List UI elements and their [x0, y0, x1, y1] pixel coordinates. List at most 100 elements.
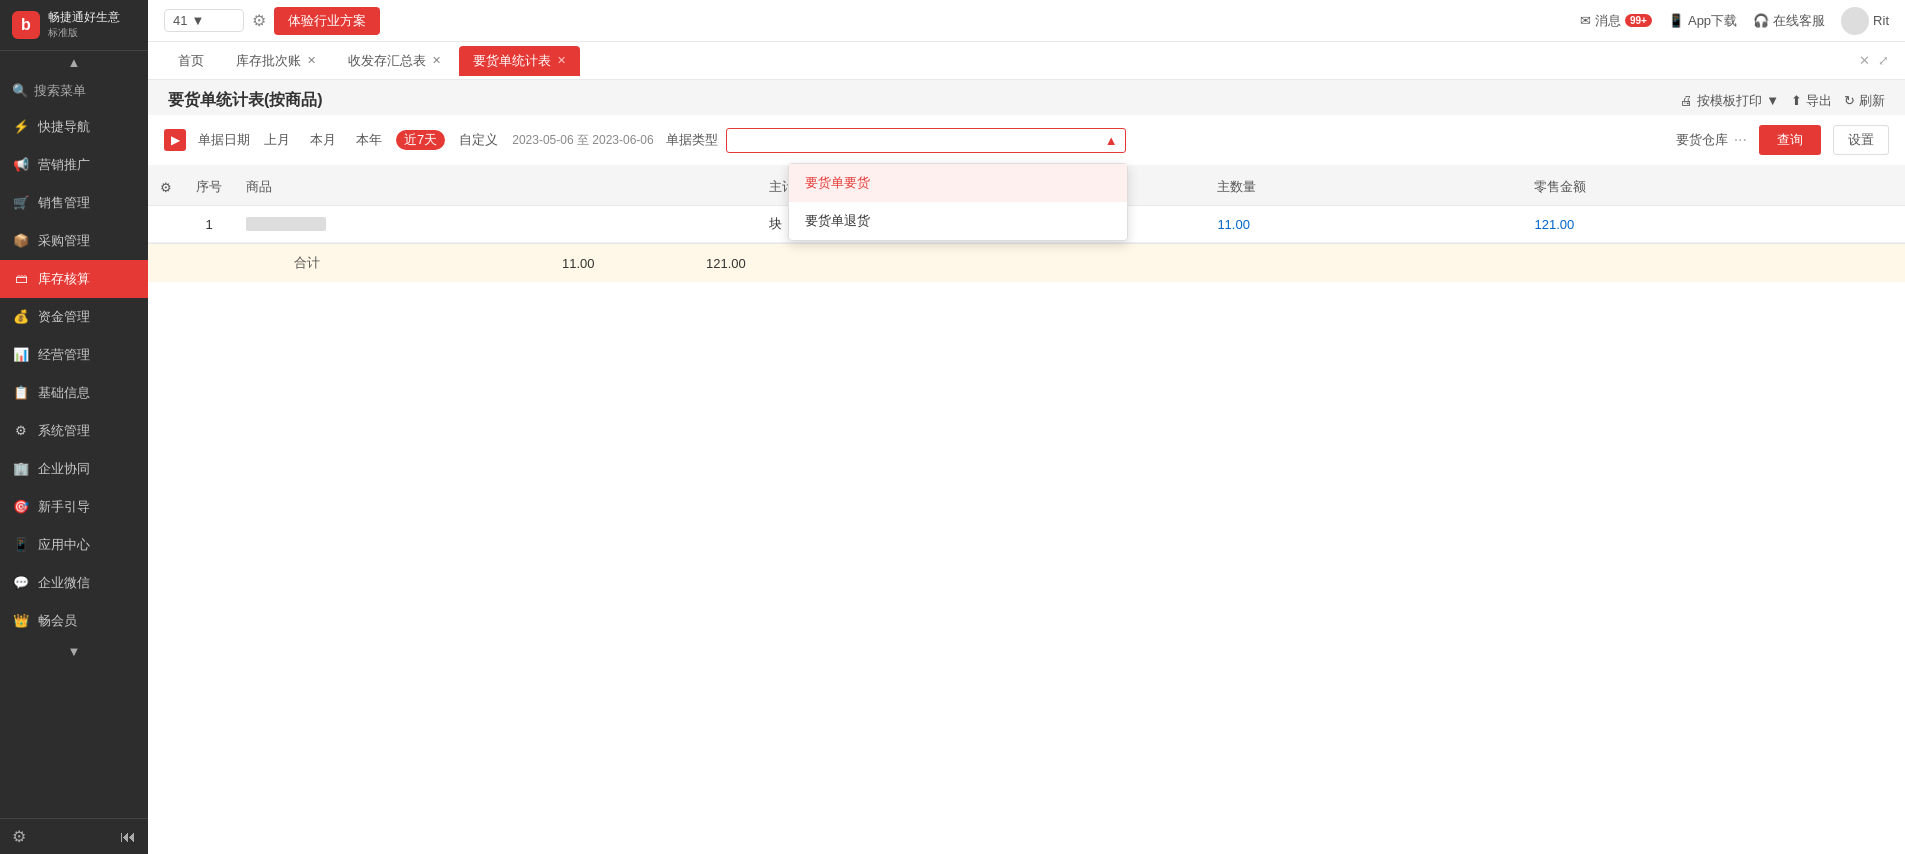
sidebar-item-enterprise[interactable]: 🏢企业协同	[0, 450, 148, 488]
sidebar-label-purchase: 采购管理	[38, 232, 90, 250]
sidebar-search[interactable]: 🔍 搜索菜单	[0, 74, 148, 108]
table-col-settings[interactable]: ⚙	[148, 169, 184, 206]
date-custom-btn[interactable]: 自定义	[453, 129, 504, 151]
store-selector[interactable]: 41 ▼	[164, 9, 244, 32]
sidebar-item-member[interactable]: 👑畅会员	[0, 602, 148, 640]
sidebar-label-wechat: 企业微信	[38, 574, 90, 592]
logo-name: 畅捷通好生意	[48, 10, 120, 26]
date-prev-month-btn[interactable]: 上月	[258, 129, 296, 151]
sidebar-icon-operations: 📊	[12, 347, 30, 362]
page-area: 要货单统计表(按商品) 🖨 按模板打印 ▼ ⬆ 导出 ↻ 刷新 ▶	[148, 80, 1905, 854]
messages-button[interactable]: ✉ 消息 99+	[1580, 12, 1652, 30]
filter-toggle-button[interactable]: ▶	[164, 129, 186, 151]
sidebar-item-app-center[interactable]: 📱应用中心	[0, 526, 148, 564]
date-curr-year-btn[interactable]: 本年	[350, 129, 388, 151]
sidebar-icon-basic-info: 📋	[12, 385, 30, 400]
row-settings-0	[148, 206, 184, 243]
query-button[interactable]: 查询	[1759, 125, 1821, 155]
sidebar-label-finance: 资金管理	[38, 308, 90, 326]
sidebar-label-operations: 经营管理	[38, 346, 90, 364]
warehouse-more-icon[interactable]: ···	[1734, 131, 1747, 149]
type-select-input[interactable]	[726, 128, 1126, 153]
sidebar-item-finance[interactable]: 💰资金管理	[0, 298, 148, 336]
sidebar-item-sales[interactable]: 🛒 销售管理	[0, 184, 148, 222]
tab-collect-summary[interactable]: 收发存汇总表✕	[334, 46, 455, 76]
messages-badge: 99+	[1625, 14, 1652, 27]
topbar: 41 ▼ ⚙ 体验行业方案 ✉ 消息 99+ 📱 App下载 🎧 在线客服 R	[148, 0, 1905, 42]
refresh-label: 刷新	[1859, 92, 1885, 110]
sidebar: b 畅捷通好生意 标准版 ▲ 🔍 搜索菜单 ⚡快捷导航📢营销推广🛒销售管理📦采购…	[0, 0, 148, 854]
sidebar-label-basic-info: 基础信息	[38, 384, 90, 402]
date-curr-month-btn[interactable]: 本月	[304, 129, 342, 151]
warehouse-filter-group: 要货仓库 ···	[1676, 131, 1747, 149]
sidebar-item-purchase[interactable]: 📦采购管理	[0, 222, 148, 260]
topbar-gear-icon[interactable]: ⚙	[252, 11, 266, 30]
tab-label-order-stats: 要货单统计表	[473, 52, 551, 70]
tab-inventory-batch[interactable]: 库存批次账✕	[222, 46, 330, 76]
export-icon: ⬆	[1791, 93, 1802, 108]
row-amount-0: 121.00	[1522, 206, 1905, 243]
table-area: ⚙ 序号 商品 主计量单位 主数量 零售金额 1 ████ ███ 块 11.0…	[148, 169, 1905, 854]
sidebar-item-wechat[interactable]: 💬 企业微信	[0, 564, 148, 602]
user-avatar-area[interactable]: Rit	[1841, 7, 1889, 35]
sidebar-icon-newcomer: 🎯	[12, 499, 30, 514]
print-button[interactable]: 🖨 按模板打印 ▼	[1680, 92, 1779, 110]
sidebar-icon-wechat: 💬	[12, 575, 30, 590]
sidebar-icon-marketing: 📢	[12, 157, 30, 172]
tab-close-inventory-batch[interactable]: ✕	[307, 54, 316, 67]
tab-label-home: 首页	[178, 52, 204, 70]
topbar-left: 41 ▼ ⚙ 体验行业方案	[164, 7, 1568, 35]
sidebar-item-system[interactable]: ⚙系统管理	[0, 412, 148, 450]
sidebar-scroll-up[interactable]: ▲	[0, 51, 148, 74]
table-col-product: 商品	[234, 169, 757, 206]
table-col-num: 序号	[184, 169, 234, 206]
tab-order-stats[interactable]: 要货单统计表 ✕	[459, 46, 580, 76]
tab-close-order-stats[interactable]: ✕	[557, 54, 566, 67]
app-download-button[interactable]: 📱 App下载	[1668, 12, 1737, 30]
page-header-actions: 🖨 按模板打印 ▼ ⬆ 导出 ↻ 刷新	[1680, 92, 1885, 110]
user-name: Rit	[1873, 13, 1889, 28]
table-footer: 合计 11.00 121.00	[148, 243, 1905, 282]
service-label: 在线客服	[1773, 12, 1825, 30]
sidebar-item-inventory[interactable]: 🗃库存核算	[0, 260, 148, 298]
sidebar-label-marketing: 营销推广	[38, 156, 90, 174]
print-label: 按模板打印	[1697, 92, 1762, 110]
tab-expand-icon[interactable]: ⤢	[1878, 53, 1889, 68]
filter-settings-button[interactable]: 设置	[1833, 125, 1889, 155]
row-quantity-0: 11.00	[1205, 206, 1522, 243]
dropdown-option-yaohuo[interactable]: 要货单要货	[789, 164, 1127, 202]
sidebar-collapse-icon[interactable]: ⏮	[120, 828, 136, 846]
refresh-icon: ↻	[1844, 93, 1855, 108]
export-button[interactable]: ⬆ 导出	[1791, 92, 1832, 110]
tab-bar-right: ✕ ⤢	[1859, 53, 1889, 68]
app-label: App下载	[1688, 12, 1737, 30]
date-recent7-btn[interactable]: 近7天	[396, 130, 445, 150]
sidebar-item-quick-nav[interactable]: ⚡快捷导航	[0, 108, 148, 146]
tab-close-collect-summary[interactable]: ✕	[432, 54, 441, 67]
topbar-right: ✉ 消息 99+ 📱 App下载 🎧 在线客服 Rit	[1580, 7, 1889, 35]
sidebar-settings-icon[interactable]: ⚙	[12, 827, 26, 846]
industry-button[interactable]: 体验行业方案	[274, 7, 380, 35]
table-col-quantity: 主数量	[1205, 169, 1522, 206]
message-icon: ✉	[1580, 13, 1591, 28]
refresh-button[interactable]: ↻ 刷新	[1844, 92, 1885, 110]
sidebar-item-newcomer[interactable]: 🎯新手引导	[0, 488, 148, 526]
sidebar-item-operations[interactable]: 📊 经营管理	[0, 336, 148, 374]
sidebar-icon-quick-nav: ⚡	[12, 119, 30, 134]
sidebar-icon-sales: 🛒	[12, 195, 30, 210]
sidebar-label-inventory: 库存核算	[38, 270, 90, 288]
sidebar-item-marketing[interactable]: 📢 营销推广	[0, 146, 148, 184]
sidebar-icon-enterprise: 🏢	[12, 461, 30, 476]
sidebar-label-app-center: 应用中心	[38, 536, 90, 554]
sidebar-label-sales: 销售管理	[38, 194, 90, 212]
export-label: 导出	[1806, 92, 1832, 110]
service-icon: 🎧	[1753, 13, 1769, 28]
tab-home[interactable]: 首页	[164, 46, 218, 76]
sidebar-item-basic-info[interactable]: 📋 基础信息	[0, 374, 148, 412]
online-service-button[interactable]: 🎧 在线客服	[1753, 12, 1825, 30]
dropdown-option-tuihuo[interactable]: 要货单退货	[789, 202, 1127, 240]
filter-bar: ▶ 单据日期 上月 本月 本年 近7天 自定义 2023-05-06 至 202…	[148, 115, 1905, 165]
sidebar-scroll-down[interactable]: ▼	[0, 640, 148, 663]
sidebar-search-label: 搜索菜单	[34, 82, 86, 100]
tab-close-all-icon[interactable]: ✕	[1859, 53, 1870, 68]
